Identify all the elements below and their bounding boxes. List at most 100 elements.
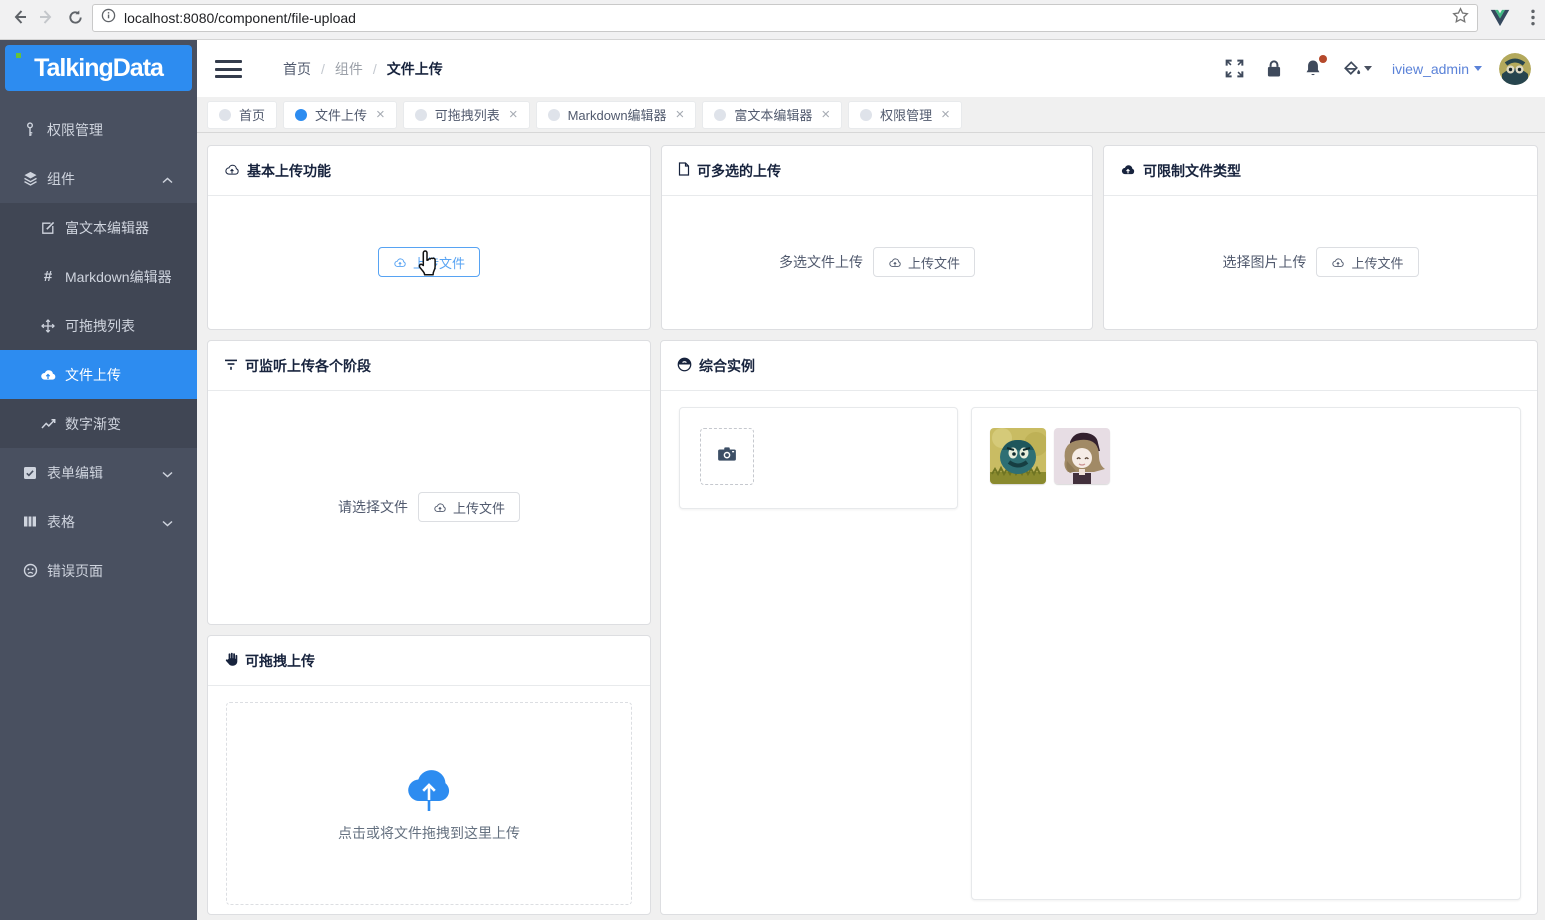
theme-switch-icon[interactable] (1341, 58, 1375, 80)
logo-text: TalkingData (34, 53, 164, 82)
tab-auth[interactable]: 权限管理 × (848, 100, 962, 129)
upload-button-label: 上传文件 (907, 255, 960, 271)
sidebar-item-label: 权限管理 (47, 121, 103, 138)
breadcrumb-current: 文件上传 (386, 60, 443, 77)
avatar[interactable] (1499, 52, 1531, 85)
upload-file-button[interactable]: 上传文件 (417, 492, 520, 522)
address-bar[interactable]: localhost:8080/component/file-upload (92, 4, 1478, 32)
restrict-upload-label: 选择图片上传 (1222, 254, 1307, 270)
breadcrumb: 首页 / 组件 / 文件上传 (283, 40, 443, 97)
close-icon[interactable]: × (376, 107, 385, 122)
uploaded-image-monster[interactable] (990, 428, 1046, 484)
hand-icon (224, 652, 238, 669)
sidebar-item-table[interactable]: 表格 (0, 497, 197, 546)
tab-label: 富文本编辑器 (734, 108, 813, 123)
card-title: 可监听上传各个阶段 (245, 357, 371, 374)
uploaded-image-girl[interactable] (1054, 428, 1110, 484)
card-multi-upload: 可多选的上传 多选文件上传 上传文件 (661, 145, 1093, 330)
sidebar-item-label: Markdown编辑器 (65, 268, 172, 285)
tab-label: Markdown编辑器 (567, 108, 667, 123)
browser-back-icon[interactable] (8, 6, 30, 28)
multi-upload-label: 多选文件上传 (778, 254, 863, 270)
card-title: 综合实例 (699, 357, 755, 374)
sidebar-item-label: 数字渐变 (65, 415, 121, 432)
tab-draggable-list[interactable]: 可拖拽列表 × (402, 100, 530, 129)
upload-file-button[interactable]: 上传文件 (1316, 247, 1419, 277)
photo-upload-placeholder[interactable] (700, 428, 754, 485)
tab-dot (714, 108, 727, 121)
chevron-down-icon (162, 465, 173, 481)
lock-icon[interactable] (1263, 58, 1285, 80)
card-title: 可多选的上传 (697, 162, 781, 179)
card-combined-example: 综合实例 (660, 340, 1538, 915)
user-menu[interactable]: iview_admin (1392, 61, 1482, 77)
close-icon[interactable]: × (941, 107, 950, 122)
browser-forward-icon[interactable] (36, 6, 58, 28)
tab-home[interactable]: 首页 (207, 100, 278, 129)
cloud-upload-icon (40, 367, 56, 383)
menu-toggle-icon[interactable] (215, 60, 242, 78)
tab-dot (547, 108, 560, 121)
tab-dot (414, 108, 427, 121)
sidebar-menu: 权限管理 组件 富文本编辑器 # Markdown编辑器 可拖拽列表 文件上传 … (0, 105, 197, 595)
sidebar-item-label: 组件 (47, 170, 75, 187)
upload-file-button[interactable]: 上传文件 (872, 247, 975, 277)
url-text[interactable]: localhost:8080/component/file-upload (124, 10, 1452, 26)
trending-up-icon (40, 416, 56, 432)
close-icon[interactable]: × (676, 107, 685, 122)
contrast-circle-icon (677, 357, 692, 375)
upload-button-label: 上传文件 (1351, 255, 1404, 271)
browser-menu-icon[interactable] (1522, 6, 1544, 28)
card-drag-upload: 可拖拽上传 点击或将文件拖拽到这里上传 (207, 635, 651, 915)
sidebar-item-components[interactable]: 组件 (0, 154, 197, 203)
close-icon[interactable]: × (821, 107, 830, 122)
username: iview_admin (1391, 60, 1469, 77)
app-header: 首页 / 组件 / 文件上传 iview_admin (197, 40, 1545, 97)
sidebar-item-form-edit[interactable]: 表单编辑 (0, 448, 197, 497)
cloud-upload-outline-icon (224, 163, 240, 179)
sad-face-icon (22, 563, 38, 579)
camera-icon (717, 446, 737, 467)
breadcrumb-components[interactable]: 组件 (335, 59, 363, 79)
components-submenu: 富文本编辑器 # Markdown编辑器 可拖拽列表 文件上传 数字渐变 (0, 203, 197, 448)
tab-markdown-editor[interactable]: Markdown编辑器 × (535, 100, 697, 129)
cloud-upload-large-icon (402, 764, 456, 817)
fullscreen-icon[interactable] (1224, 58, 1246, 80)
tab-dot (860, 108, 873, 121)
upload-file-button[interactable]: 上传文件 (377, 247, 480, 277)
main-content: 基本上传功能 上传文件 可多选的上传 多选文件上传 上传文件 可限制文件类型 选… (197, 133, 1545, 920)
uploaded-gallery-panel (971, 407, 1521, 900)
browser-refresh-icon[interactable] (64, 6, 86, 28)
layers-icon (22, 171, 38, 187)
move-icon (40, 318, 56, 334)
close-icon[interactable]: × (509, 107, 518, 122)
listen-upload-label: 请选择文件 (337, 499, 408, 515)
sidebar-item-markdown-editor[interactable]: # Markdown编辑器 (0, 252, 197, 301)
table-icon (22, 514, 38, 530)
sidebar: TalkingData 权限管理 组件 富文本编辑器 # Markdown编辑器… (0, 40, 197, 920)
tab-label: 可拖拽列表 (434, 108, 500, 123)
sidebar-item-auth[interactable]: 权限管理 (0, 105, 197, 154)
sidebar-item-number-gradient[interactable]: 数字渐变 (0, 399, 197, 448)
site-info-icon[interactable] (101, 8, 116, 28)
breadcrumb-home[interactable]: 首页 (283, 59, 311, 79)
tab-label: 文件上传 (315, 108, 368, 123)
notification-badge (1318, 54, 1327, 63)
notification-bell-icon[interactable] (1302, 54, 1327, 80)
bookmark-star-icon[interactable] (1452, 7, 1469, 29)
app-logo[interactable]: TalkingData (5, 45, 192, 91)
vue-devtools-icon[interactable] (1489, 7, 1511, 29)
breadcrumb-separator: / (321, 60, 325, 77)
open-tabs-bar: 首页 文件上传 × 可拖拽列表 × Markdown编辑器 × 富文本编辑器 ×… (197, 97, 1545, 133)
sidebar-item-draggable-list[interactable]: 可拖拽列表 (0, 301, 197, 350)
avatar-upload-panel (679, 407, 958, 509)
sidebar-item-rich-text-editor[interactable]: 富文本编辑器 (0, 203, 197, 252)
sidebar-item-error-pages[interactable]: 错误页面 (0, 546, 197, 595)
drag-drop-zone[interactable]: 点击或将文件拖拽到这里上传 (226, 702, 632, 905)
sidebar-item-file-upload[interactable]: 文件上传 (0, 350, 197, 399)
sidebar-item-label: 表格 (47, 513, 75, 530)
card-title: 可限制文件类型 (1143, 162, 1241, 179)
tab-file-upload[interactable]: 文件上传 × (283, 100, 397, 129)
checkbox-icon (22, 465, 38, 481)
tab-rich-text-editor[interactable]: 富文本编辑器 × (702, 100, 843, 129)
